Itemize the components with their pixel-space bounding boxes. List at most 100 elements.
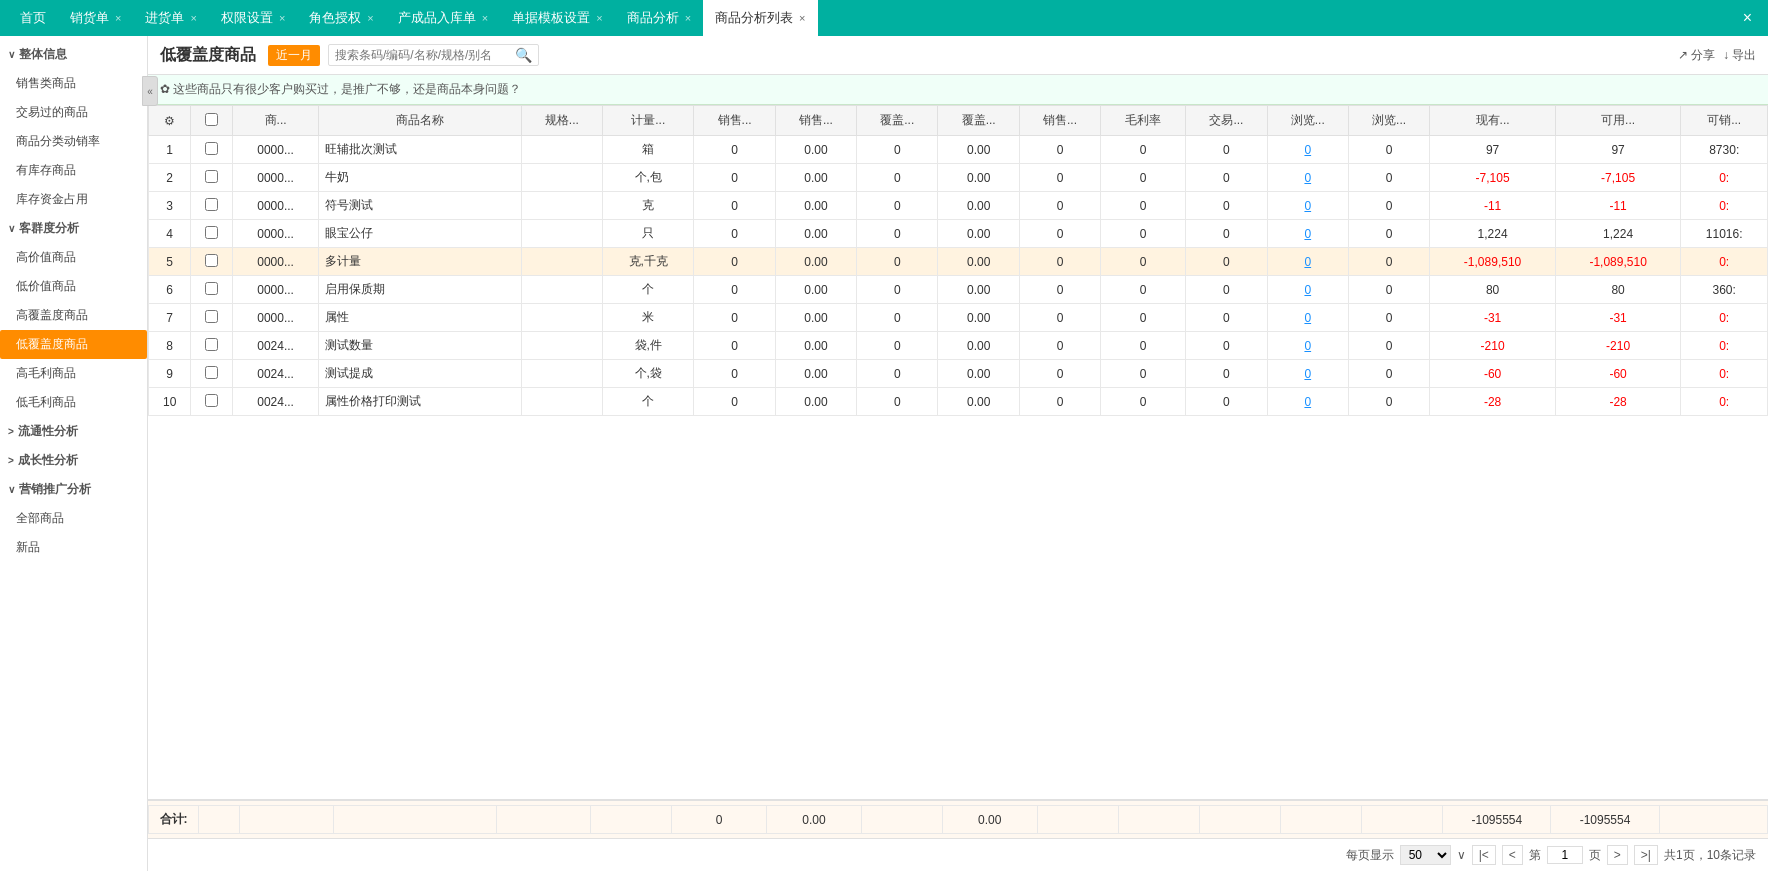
row-checkbox[interactable] bbox=[191, 276, 233, 304]
sidebar-item-low-value[interactable]: 低价值商品 bbox=[0, 272, 147, 301]
sidebar-item-category-rate[interactable]: 商品分类动销率 bbox=[0, 127, 147, 156]
nav-template-settings[interactable]: 单据模板设置 × bbox=[500, 0, 614, 36]
row-checkbox[interactable] bbox=[191, 136, 233, 164]
close-icon[interactable]: × bbox=[799, 12, 805, 24]
row-sales3: 0 bbox=[1019, 388, 1100, 416]
close-icon[interactable]: × bbox=[685, 12, 691, 24]
row-checkbox[interactable] bbox=[191, 304, 233, 332]
row-name[interactable]: 多计量 bbox=[319, 248, 521, 276]
row-browse1[interactable]: 0 bbox=[1267, 332, 1348, 360]
row-sales1: 0 bbox=[694, 388, 775, 416]
date-filter-button[interactable]: 近一月 bbox=[268, 45, 320, 66]
nav-permission-settings[interactable]: 权限设置 × bbox=[209, 0, 297, 36]
close-icon[interactable]: × bbox=[367, 12, 373, 24]
nav-home[interactable]: 首页 bbox=[8, 0, 58, 36]
sidebar-item-all-goods[interactable]: 全部商品 bbox=[0, 504, 147, 533]
row-select-checkbox[interactable] bbox=[205, 338, 218, 351]
sidebar-item-high-value[interactable]: 高价值商品 bbox=[0, 243, 147, 272]
row-name[interactable]: 属性价格打印测试 bbox=[319, 388, 521, 416]
sidebar-section-growth-analysis[interactable]: > 成长性分析 bbox=[0, 446, 147, 475]
sidebar-section-marketing-analysis[interactable]: ∨ 营销推广分析 bbox=[0, 475, 147, 504]
row-select-checkbox[interactable] bbox=[205, 254, 218, 267]
column-settings[interactable]: ⚙ bbox=[149, 106, 191, 136]
row-checkbox[interactable] bbox=[191, 248, 233, 276]
row-name[interactable]: 旺辅批次测试 bbox=[319, 136, 521, 164]
row-name[interactable]: 眼宝公仔 bbox=[319, 220, 521, 248]
row-current: -1,089,510 bbox=[1430, 248, 1556, 276]
page-size-select[interactable]: 50 100 200 bbox=[1400, 845, 1451, 865]
row-select-checkbox[interactable] bbox=[205, 394, 218, 407]
close-icon[interactable]: × bbox=[596, 12, 602, 24]
close-icon[interactable]: × bbox=[482, 12, 488, 24]
sidebar-item-low-coverage[interactable]: 低覆盖度商品 bbox=[0, 330, 147, 359]
sidebar-item-new-goods[interactable]: 新品 bbox=[0, 533, 147, 562]
sidebar-item-inventory-capital[interactable]: 库存资金占用 bbox=[0, 185, 147, 214]
row-browse2: 0 bbox=[1348, 360, 1429, 388]
sidebar-section-overall[interactable]: ∨ 整体信息 bbox=[0, 40, 147, 69]
row-browse1[interactable]: 0 bbox=[1267, 220, 1348, 248]
nav-goods-analysis-list[interactable]: 商品分析列表 × bbox=[703, 0, 817, 36]
close-icon[interactable]: × bbox=[279, 12, 285, 24]
row-sales1: 0 bbox=[694, 164, 775, 192]
row-name[interactable]: 启用保质期 bbox=[319, 276, 521, 304]
row-browse1[interactable]: 0 bbox=[1267, 388, 1348, 416]
next-page-button[interactable]: > bbox=[1607, 845, 1628, 865]
sidebar-item-sales-goods[interactable]: 销售类商品 bbox=[0, 69, 147, 98]
row-browse1[interactable]: 0 bbox=[1267, 276, 1348, 304]
sidebar-item-low-margin[interactable]: 低毛利商品 bbox=[0, 388, 147, 417]
first-page-button[interactable]: |< bbox=[1472, 845, 1496, 865]
row-gross: 0 bbox=[1101, 220, 1186, 248]
row-checkbox[interactable] bbox=[191, 360, 233, 388]
row-checkbox[interactable] bbox=[191, 164, 233, 192]
row-checkbox[interactable] bbox=[191, 388, 233, 416]
row-select-checkbox[interactable] bbox=[205, 142, 218, 155]
row-select-checkbox[interactable] bbox=[205, 198, 218, 211]
row-select-checkbox[interactable] bbox=[205, 226, 218, 239]
page-number-input[interactable] bbox=[1547, 846, 1583, 864]
row-name[interactable]: 符号测试 bbox=[319, 192, 521, 220]
sidebar-collapse-button[interactable]: « bbox=[142, 76, 158, 106]
sidebar-item-traded-goods[interactable]: 交易过的商品 bbox=[0, 98, 147, 127]
column-checkbox[interactable] bbox=[191, 106, 233, 136]
row-spec bbox=[521, 304, 602, 332]
row-browse1[interactable]: 0 bbox=[1267, 304, 1348, 332]
share-button[interactable]: ↗ 分享 bbox=[1678, 47, 1715, 64]
last-page-button[interactable]: >| bbox=[1634, 845, 1658, 865]
row-name[interactable]: 属性 bbox=[319, 304, 521, 332]
row-name[interactable]: 牛奶 bbox=[319, 164, 521, 192]
search-icon[interactable]: 🔍 bbox=[515, 47, 532, 63]
row-checkbox[interactable] bbox=[191, 220, 233, 248]
row-avail: -60 bbox=[1555, 360, 1681, 388]
row-browse1[interactable]: 0 bbox=[1267, 136, 1348, 164]
row-select-checkbox[interactable] bbox=[205, 282, 218, 295]
window-close-button[interactable]: × bbox=[1735, 9, 1760, 27]
nav-role-auth[interactable]: 角色授权 × bbox=[297, 0, 385, 36]
row-name[interactable]: 测试数量 bbox=[319, 332, 521, 360]
sidebar-item-inventory-goods[interactable]: 有库存商品 bbox=[0, 156, 147, 185]
row-name[interactable]: 测试提成 bbox=[319, 360, 521, 388]
row-select-checkbox[interactable] bbox=[205, 170, 218, 183]
nav-purchase-order[interactable]: 进货单 × bbox=[133, 0, 208, 36]
row-avail: -11 bbox=[1555, 192, 1681, 220]
prev-page-button[interactable]: < bbox=[1502, 845, 1523, 865]
nav-sales-order[interactable]: 销货单 × bbox=[58, 0, 133, 36]
export-button[interactable]: ↓ 导出 bbox=[1723, 47, 1756, 64]
close-icon[interactable]: × bbox=[190, 12, 196, 24]
row-checkbox[interactable] bbox=[191, 332, 233, 360]
row-checkbox[interactable] bbox=[191, 192, 233, 220]
sidebar-item-high-margin[interactable]: 高毛利商品 bbox=[0, 359, 147, 388]
row-browse1[interactable]: 0 bbox=[1267, 164, 1348, 192]
sidebar-item-high-coverage[interactable]: 高覆盖度商品 bbox=[0, 301, 147, 330]
close-icon[interactable]: × bbox=[115, 12, 121, 24]
row-browse1[interactable]: 0 bbox=[1267, 192, 1348, 220]
row-browse1[interactable]: 0 bbox=[1267, 248, 1348, 276]
row-select-checkbox[interactable] bbox=[205, 366, 218, 379]
row-browse1[interactable]: 0 bbox=[1267, 360, 1348, 388]
nav-goods-analysis[interactable]: 商品分析 × bbox=[615, 0, 703, 36]
sidebar-section-flow-analysis[interactable]: > 流通性分析 bbox=[0, 417, 147, 446]
search-input[interactable] bbox=[335, 48, 515, 62]
nav-product-warehouse[interactable]: 产成品入库单 × bbox=[386, 0, 500, 36]
sidebar-section-customer-analysis[interactable]: ∨ 客群度分析 bbox=[0, 214, 147, 243]
row-select-checkbox[interactable] bbox=[205, 310, 218, 323]
select-all-checkbox[interactable] bbox=[205, 113, 218, 126]
